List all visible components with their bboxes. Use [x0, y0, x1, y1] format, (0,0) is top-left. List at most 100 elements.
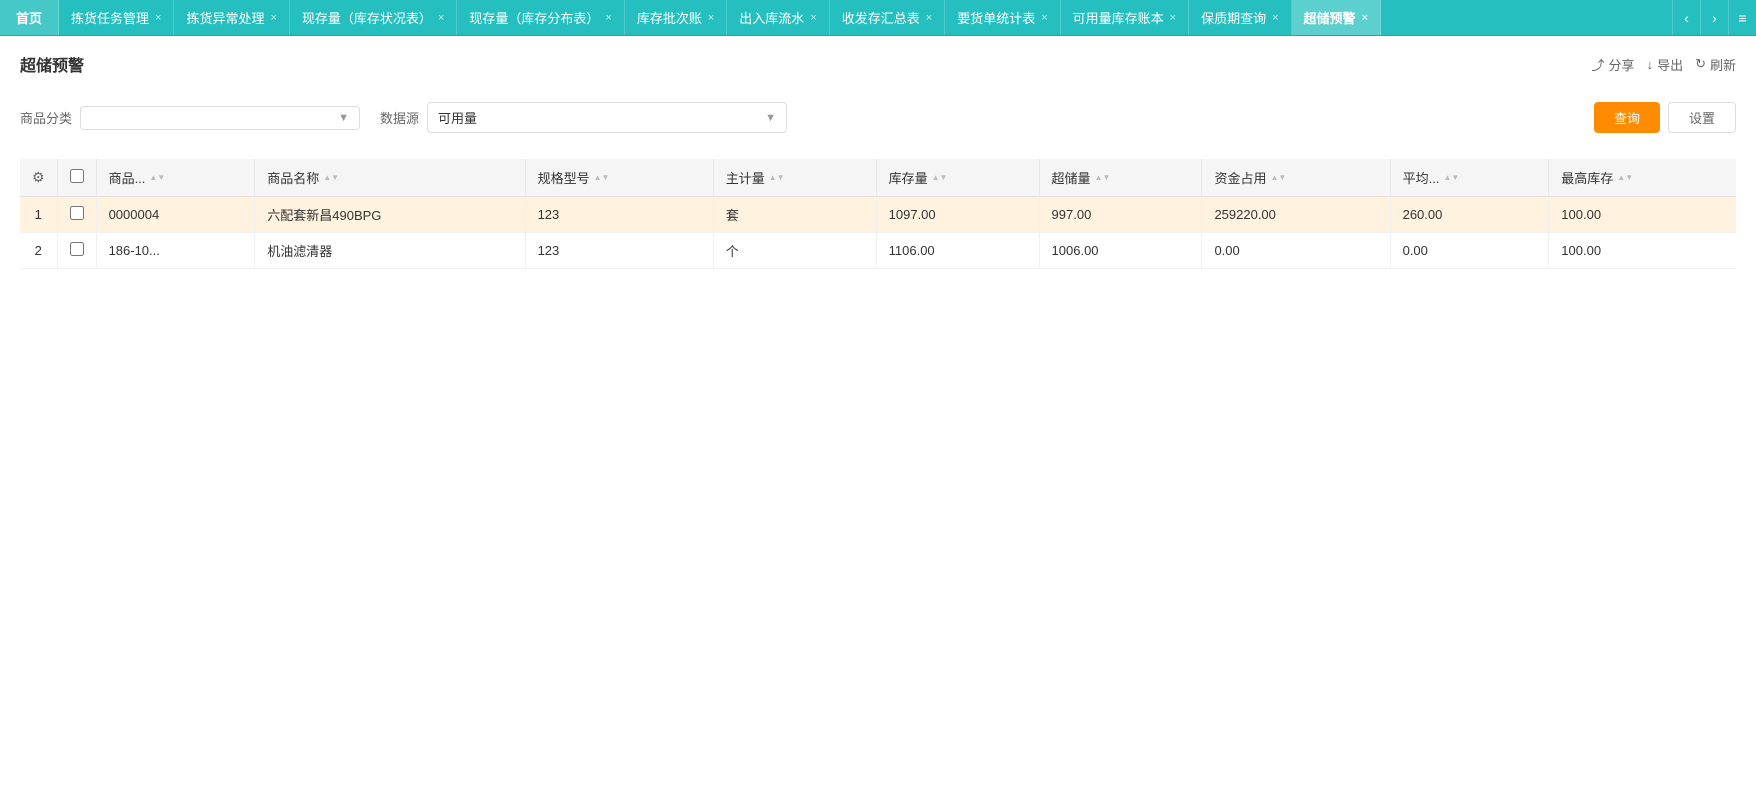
col-overstock[interactable]: 超储量 ▲▼ — [1039, 159, 1202, 197]
nav-label-batch-account: 库存批次账 — [637, 8, 702, 27]
col-stock[interactable]: 库存量 ▲▼ — [876, 159, 1039, 197]
col-capital-label: 资金占用 — [1214, 168, 1266, 187]
sort-icon-avg: ▲▼ — [1443, 173, 1459, 182]
row-checkbox[interactable] — [70, 206, 84, 220]
nav-close-inout-flow[interactable]: × — [810, 12, 816, 24]
settings-button[interactable]: 设置 — [1668, 102, 1736, 133]
nav-label-inout-flow: 出入库流水 — [739, 8, 804, 27]
row-checkbox[interactable] — [70, 242, 84, 256]
row-checkbox-cell[interactable] — [57, 197, 96, 233]
row-product-code: 186-10... — [96, 233, 255, 269]
row-overstock: 997.00 — [1039, 197, 1202, 233]
nav-item-shelf-life[interactable]: 保质期查询 × — [1189, 0, 1291, 35]
category-filter-label: 商品分类 — [20, 108, 72, 127]
nav-item-inout-flow[interactable]: 出入库流水 × — [727, 0, 829, 35]
nav-item-order-stats[interactable]: 要货单统计表 × — [945, 0, 1060, 35]
col-max-stock[interactable]: 最高库存 ▲▼ — [1549, 159, 1736, 197]
row-index: 1 — [20, 197, 57, 233]
nav-item-task-mgmt[interactable]: 拣货任务管理 × — [59, 0, 174, 35]
select-all-checkbox[interactable] — [70, 169, 84, 183]
nav-close-exception[interactable]: × — [270, 12, 276, 24]
nav-arrows: ‹ › ≡ — [1672, 0, 1756, 35]
category-filter-group: 商品分类 ▼ — [20, 106, 360, 130]
query-button[interactable]: 查询 — [1594, 102, 1660, 133]
datasource-select[interactable]: 可用量 ▼ — [427, 102, 787, 133]
sort-icon-product-code: ▲▼ — [149, 173, 165, 182]
datasource-filter-group: 数据源 可用量 ▼ — [380, 102, 787, 133]
nav-label-shelf-life: 保质期查询 — [1201, 8, 1266, 27]
nav-item-exception[interactable]: 拣货异常处理 × — [174, 0, 289, 35]
row-spec: 123 — [525, 197, 713, 233]
share-label: 分享 — [1609, 55, 1635, 74]
col-product-code[interactable]: 商品... ▲▼ — [96, 159, 255, 197]
datasource-select-value: 可用量 — [438, 108, 477, 127]
nav-item-overstock-warning[interactable]: 超储预警 × — [1292, 0, 1381, 35]
nav-arrow-left[interactable]: ‹ — [1672, 0, 1700, 35]
row-unit: 个 — [713, 233, 876, 269]
nav-close-available-account[interactable]: × — [1170, 12, 1176, 24]
row-max-stock: 100.00 — [1549, 197, 1736, 233]
nav-close-task-mgmt[interactable]: × — [155, 12, 161, 24]
nav-close-shelf-life[interactable]: × — [1272, 12, 1278, 24]
row-product-code: 0000004 — [96, 197, 255, 233]
row-capital: 259220.00 — [1202, 197, 1390, 233]
nav-item-recv-send[interactable]: 收发存汇总表 × — [830, 0, 945, 35]
export-label: 导出 — [1657, 55, 1683, 74]
col-avg[interactable]: 平均... ▲▼ — [1390, 159, 1549, 197]
col-product-name[interactable]: 商品名称 ▲▼ — [255, 159, 525, 197]
nav-close-recv-send[interactable]: × — [926, 12, 932, 24]
nav-arrow-right[interactable]: › — [1700, 0, 1728, 35]
export-icon: ↓ — [1647, 57, 1654, 72]
category-select[interactable]: ▼ — [80, 106, 360, 130]
row-product-name: 机油滤清器 — [255, 233, 525, 269]
nav-close-overstock-warning[interactable]: × — [1362, 12, 1368, 24]
row-capital: 0.00 — [1202, 233, 1390, 269]
refresh-button[interactable]: ↻ 刷新 — [1695, 55, 1736, 74]
sort-icon-unit: ▲▼ — [769, 173, 785, 182]
nav-item-available-account[interactable]: 可用量库存账本 × — [1061, 0, 1189, 35]
col-product-code-label: 商品... — [109, 168, 146, 187]
col-overstock-label: 超储量 — [1052, 168, 1091, 187]
row-overstock: 1006.00 — [1039, 233, 1202, 269]
share-button[interactable]: ⤴ 分享 — [1592, 55, 1635, 74]
nav-item-inventory-status[interactable]: 现存量（库存状况表） × — [290, 0, 457, 35]
row-max-stock: 100.00 — [1549, 233, 1736, 269]
row-checkbox-cell[interactable] — [57, 233, 96, 269]
nav-label-recv-send: 收发存汇总表 — [842, 8, 920, 27]
row-index: 2 — [20, 233, 57, 269]
col-stock-label: 库存量 — [889, 168, 928, 187]
col-spec[interactable]: 规格型号 ▲▼ — [525, 159, 713, 197]
nav-label-home: 首页 — [16, 8, 42, 27]
col-unit[interactable]: 主计量 ▲▼ — [713, 159, 876, 197]
settings-gear-icon[interactable]: ⚙ — [32, 169, 45, 185]
nav-close-batch-account[interactable]: × — [708, 12, 714, 24]
sort-icon-product-name: ▲▼ — [323, 173, 339, 182]
nav-item-batch-account[interactable]: 库存批次账 × — [625, 0, 727, 35]
table-row: 1 0000004 六配套新昌490BPG 123 套 1097.00 997.… — [20, 197, 1736, 233]
action-buttons: 查询 设置 — [1594, 102, 1736, 133]
row-avg: 0.00 — [1390, 233, 1549, 269]
nav-item-home[interactable]: 首页 — [0, 0, 59, 35]
export-button[interactable]: ↓ 导出 — [1647, 55, 1684, 74]
header-actions: ⤴ 分享 ↓ 导出 ↻ 刷新 — [1592, 55, 1736, 74]
nav-close-order-stats[interactable]: × — [1041, 12, 1047, 24]
col-capital[interactable]: 资金占用 ▲▼ — [1202, 159, 1390, 197]
page-title: 超储预警 — [20, 52, 84, 76]
nav-item-inventory-dist[interactable]: 现存量（库存分布表） × — [457, 0, 624, 35]
datasource-chevron-down-icon: ▼ — [765, 112, 776, 124]
table-row: 2 186-10... 机油滤清器 123 个 1106.00 1006.00 … — [20, 233, 1736, 269]
refresh-label: 刷新 — [1710, 55, 1736, 74]
nav-close-inventory-dist[interactable]: × — [605, 12, 611, 24]
row-spec: 123 — [525, 233, 713, 269]
sort-icon-spec: ▲▼ — [594, 173, 610, 182]
table-header-row: ⚙ 商品... ▲▼ 商品名称 ▲▼ — [20, 159, 1736, 197]
nav-arrow-menu[interactable]: ≡ — [1728, 0, 1756, 35]
nav-close-inventory-status[interactable]: × — [438, 12, 444, 24]
sort-icon-max-stock: ▲▼ — [1617, 173, 1633, 182]
col-checkbox-header[interactable] — [57, 159, 96, 197]
sort-icon-capital: ▲▼ — [1270, 173, 1286, 182]
refresh-icon: ↻ — [1695, 56, 1706, 72]
col-settings[interactable]: ⚙ — [20, 159, 57, 197]
col-product-name-label: 商品名称 — [267, 168, 319, 187]
nav-label-exception: 拣货异常处理 — [186, 8, 264, 27]
